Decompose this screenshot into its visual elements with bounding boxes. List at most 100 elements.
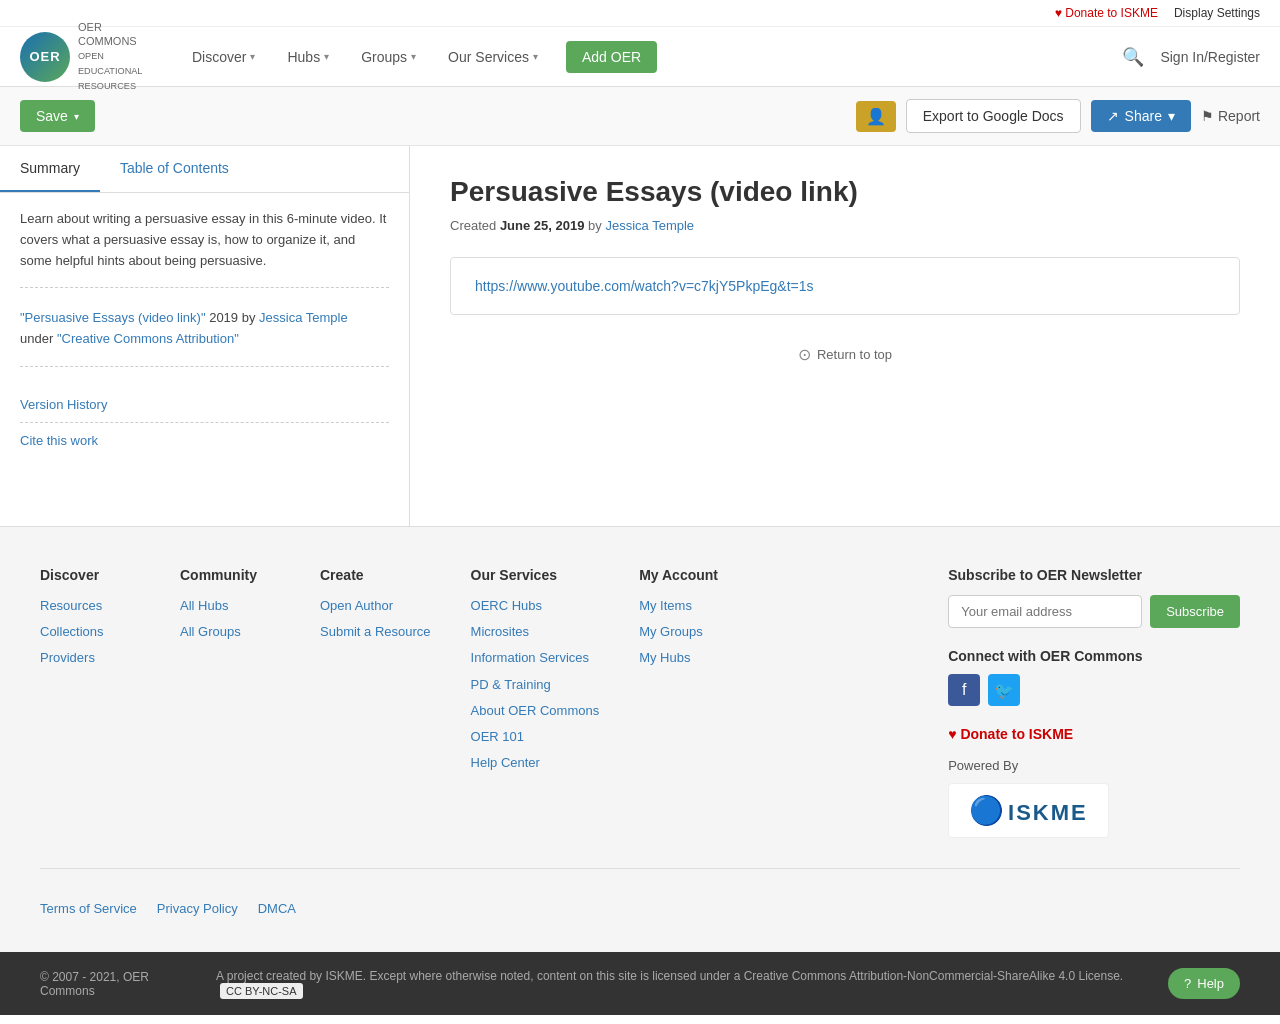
sidebar-description: Learn about writing a persuasive essay i… — [20, 209, 389, 288]
footer-community-heading: Community — [180, 567, 280, 583]
footer-about-oer-link[interactable]: About OER Commons — [471, 702, 600, 720]
footer-donate-link[interactable]: Donate to ISKME — [948, 726, 1073, 742]
footer-oerc-hubs-link[interactable]: OERC Hubs — [471, 597, 600, 615]
author-link[interactable]: Jessica Temple — [605, 218, 694, 233]
caret-down-icon: ▾ — [1168, 108, 1175, 124]
terms-of-service-link[interactable]: Terms of Service — [40, 901, 137, 916]
version-history-link[interactable]: Version History — [20, 387, 389, 423]
footer-my-hubs-link[interactable]: My Hubs — [639, 649, 739, 667]
footer-open-author-link[interactable]: Open Author — [320, 597, 431, 615]
chevron-down-icon: ▾ — [324, 51, 329, 62]
resource-url-link[interactable]: https://www.youtube.com/watch?v=c7kjY5Pk… — [475, 278, 814, 294]
logo-text: OER COMMONSOPEN EDUCATIONAL RESOURCES — [78, 20, 148, 93]
main-resource-content: Persuasive Essays (video link) Created J… — [410, 146, 1280, 526]
logo[interactable]: OER OER COMMONSOPEN EDUCATIONAL RESOURCE… — [20, 20, 148, 93]
citation-author-link[interactable]: Jessica Temple — [259, 310, 348, 325]
search-icon[interactable]: 🔍 — [1122, 46, 1144, 68]
cc-badge: CC BY-NC-SA — [220, 983, 303, 999]
iskme-graphic-icon: 🔵 — [969, 795, 1004, 826]
footer-microsites-link[interactable]: Microsites — [471, 623, 600, 641]
share-button[interactable]: ↗ Share ▾ — [1091, 100, 1191, 132]
tab-summary[interactable]: Summary — [0, 146, 100, 192]
help-icon: ? — [1184, 976, 1191, 991]
iskme-logo: 🔵 ISKME — [948, 783, 1109, 838]
add-oer-button[interactable]: Add OER — [566, 41, 657, 73]
return-to-top[interactable]: ⊙ Return to top — [450, 345, 1240, 364]
footer-our-services: Our Services OERC Hubs Microsites Inform… — [471, 567, 600, 838]
left-sidebar: Summary Table of Contents Learn about wr… — [0, 146, 410, 526]
sidebar-tabs: Summary Table of Contents — [0, 146, 409, 193]
help-button[interactable]: ? Help — [1168, 968, 1240, 999]
footer-all-hubs-link[interactable]: All Hubs — [180, 597, 280, 615]
sidebar-citation: "Persuasive Essays (video link)" 2019 by… — [20, 308, 389, 367]
share-icon: ↗ — [1107, 108, 1119, 124]
report-button[interactable]: ⚑ Report — [1201, 108, 1260, 124]
citation-title-link[interactable]: "Persuasive Essays (video link)" — [20, 310, 206, 325]
up-arrow-icon: ⊙ — [798, 345, 811, 364]
action-bar: Save ▾ 👤 Export to Google Docs ↗ Share ▾… — [0, 87, 1280, 146]
author-by: by — [588, 218, 602, 233]
nav-hubs[interactable]: Hubs ▾ — [273, 41, 343, 73]
created-label: Created — [450, 218, 496, 233]
tab-table-of-contents[interactable]: Table of Contents — [100, 146, 249, 192]
newsletter-row: Subscribe — [948, 595, 1240, 628]
dmca-link[interactable]: DMCA — [258, 901, 296, 916]
newsletter-heading: Subscribe to OER Newsletter — [948, 567, 1240, 583]
topbar-donate-link[interactable]: Donate to ISKME — [1055, 6, 1158, 20]
footer-my-items-link[interactable]: My Items — [639, 597, 739, 615]
caret-down-icon: ▾ — [74, 111, 79, 122]
sidebar-content: Learn about writing a persuasive essay i… — [0, 193, 409, 474]
footer-collections-link[interactable]: Collections — [40, 623, 140, 641]
cite-this-work-link[interactable]: Cite this work — [20, 423, 389, 458]
connect-section: Connect with OER Commons f 🐦 Donate to I… — [948, 648, 1240, 838]
nav-discover[interactable]: Discover ▾ — [178, 41, 269, 73]
footer-pd-training-link[interactable]: PD & Training — [471, 676, 600, 694]
footer-create: Create Open Author Submit a Resource — [320, 567, 431, 838]
display-settings-link[interactable]: Display Settings — [1174, 6, 1260, 20]
footer-right: Subscribe to OER Newsletter Subscribe Co… — [948, 567, 1240, 838]
footer-providers-link[interactable]: Providers — [40, 649, 140, 667]
newsletter-email-input[interactable] — [948, 595, 1142, 628]
top-bar: Donate to ISKME Display Settings — [0, 0, 1280, 27]
footer-divider — [40, 868, 1240, 869]
footer-community: Community All Hubs All Groups — [180, 567, 280, 838]
footer-my-groups-link[interactable]: My Groups — [639, 623, 739, 641]
resource-link-box: https://www.youtube.com/watch?v=c7kjY5Pk… — [450, 257, 1240, 315]
chevron-down-icon: ▾ — [533, 51, 538, 62]
user-icon-button[interactable]: 👤 — [856, 101, 896, 132]
export-google-docs-button[interactable]: Export to Google Docs — [906, 99, 1081, 133]
sign-in-link[interactable]: Sign In/Register — [1160, 49, 1260, 65]
save-button[interactable]: Save ▾ — [20, 100, 95, 132]
connect-heading: Connect with OER Commons — [948, 648, 1240, 664]
created-date: June 25, 2019 — [500, 218, 585, 233]
chevron-down-icon: ▾ — [411, 51, 416, 62]
resource-meta: Created June 25, 2019 by Jessica Temple — [450, 218, 1240, 233]
footer: Discover Resources Collections Providers… — [0, 526, 1280, 952]
nav-our-services[interactable]: Our Services ▾ — [434, 41, 552, 73]
resource-title: Persuasive Essays (video link) — [450, 176, 1240, 208]
citation-license-link[interactable]: "Creative Commons Attribution" — [57, 331, 239, 346]
bottom-description: A project created by ISKME. Except where… — [216, 969, 1148, 999]
footer-resources-link[interactable]: Resources — [40, 597, 140, 615]
footer-my-account-heading: My Account — [639, 567, 739, 583]
footer-columns: Discover Resources Collections Providers… — [40, 567, 1240, 838]
footer-information-services-link[interactable]: Information Services — [471, 649, 600, 667]
privacy-policy-link[interactable]: Privacy Policy — [157, 901, 238, 916]
iskme-logo-text: ISKME — [1008, 800, 1088, 825]
footer-help-center-link[interactable]: Help Center — [471, 754, 600, 772]
citation-year: 2019 — [209, 310, 238, 325]
main-nav: OER OER COMMONSOPEN EDUCATIONAL RESOURCE… — [0, 27, 1280, 87]
facebook-icon[interactable]: f — [948, 674, 980, 706]
logo-circle: OER — [20, 32, 70, 82]
twitter-icon[interactable]: 🐦 — [988, 674, 1020, 706]
footer-submit-resource-link[interactable]: Submit a Resource — [320, 623, 431, 641]
powered-by-label: Powered By — [948, 758, 1240, 773]
footer-all-groups-link[interactable]: All Groups — [180, 623, 280, 641]
bottom-bar: © 2007 - 2021, OER Commons A project cre… — [0, 952, 1280, 1015]
footer-our-services-heading: Our Services — [471, 567, 600, 583]
subscribe-button[interactable]: Subscribe — [1150, 595, 1240, 628]
copyright-text: © 2007 - 2021, OER Commons — [40, 970, 196, 998]
nav-groups[interactable]: Groups ▾ — [347, 41, 430, 73]
footer-oer-101-link[interactable]: OER 101 — [471, 728, 600, 746]
chevron-down-icon: ▾ — [250, 51, 255, 62]
